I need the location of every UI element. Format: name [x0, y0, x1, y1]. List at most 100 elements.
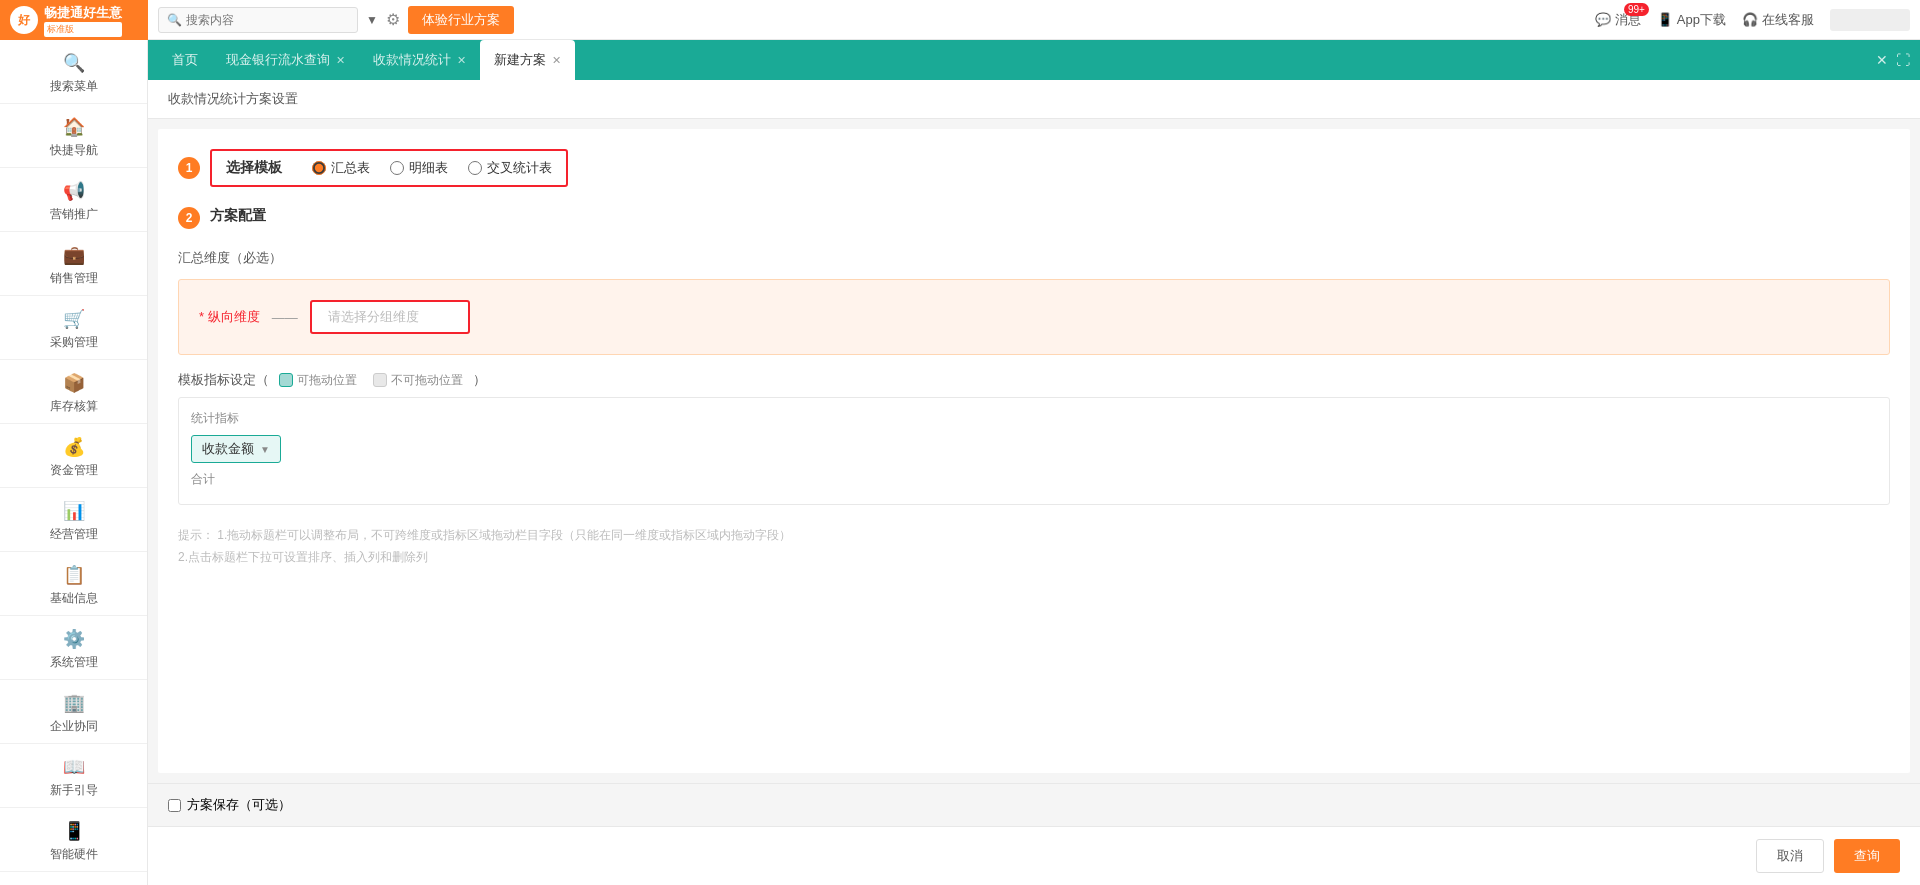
- header-dropdown-button[interactable]: ▼: [366, 13, 378, 27]
- sidebar-item-label: 基础信息: [50, 590, 98, 607]
- step1-label: 选择模板: [226, 159, 282, 177]
- tab-receipts-close[interactable]: ✕: [457, 54, 466, 67]
- logo-badge: 标准版: [44, 22, 122, 37]
- radio-summary-label: 汇总表: [331, 159, 370, 177]
- sidebar-item-system[interactable]: ⚙️ 系统管理: [0, 616, 147, 680]
- tab-cashflow[interactable]: 现金银行流水查询 ✕: [212, 40, 359, 80]
- step1-circle: 1: [178, 157, 200, 179]
- metric-settings-title: 模板指标设定（ 可拖动位置 不可拖动位置: [178, 371, 1890, 389]
- hint-line1: 提示： 1.拖动标题栏可以调整布局，不可跨维度或指标区域拖动栏目字段（只能在同一…: [178, 525, 1890, 547]
- sidebar-item-purchase[interactable]: 🛒 采购管理: [0, 296, 147, 360]
- cancel-button[interactable]: 取消: [1756, 839, 1824, 873]
- tab-bar-right: ✕ ⛶: [1876, 52, 1910, 68]
- radio-cross[interactable]: 交叉统计表: [468, 159, 552, 177]
- message-item[interactable]: 💬 消息 99+: [1595, 11, 1641, 29]
- step2-row: 2 方案配置: [178, 207, 1890, 229]
- header-right: 💬 消息 99+ 📱 App下载 🎧 在线客服: [1595, 9, 1910, 31]
- sidebar-item-marketing[interactable]: 📢 营销推广: [0, 168, 147, 232]
- template-select-box: 选择模板 汇总表 明细表: [210, 149, 568, 187]
- sidebar-item-inventory[interactable]: 📦 库存核算: [0, 360, 147, 424]
- message-icon: 💬: [1595, 12, 1611, 27]
- sidebar-item-enterprise[interactable]: 🏢 企业协同: [0, 680, 147, 744]
- radio-summary-input[interactable]: [312, 161, 326, 175]
- dimension-row: * 纵向维度 —— 请选择分组维度: [199, 300, 1869, 334]
- sidebar-item-wechat[interactable]: 💬 企业微信: [0, 872, 147, 885]
- legend-nondraggable-dot: [373, 373, 387, 387]
- gear-button[interactable]: ⚙: [386, 10, 400, 29]
- query-button[interactable]: 查询: [1834, 839, 1900, 873]
- home-icon: 🏠: [63, 116, 85, 138]
- metric-card-area: 统计指标 收款金额 ▼ 合计: [178, 397, 1890, 505]
- sidebar-item-hardware[interactable]: 📱 智能硬件: [0, 808, 147, 872]
- tab-new-plan-label: 新建方案: [494, 51, 546, 69]
- system-icon: ⚙️: [63, 628, 85, 650]
- sales-icon: 💼: [63, 244, 85, 266]
- legend-nondraggable-label: 不可拖动位置: [391, 372, 463, 389]
- step2-label: 方案配置: [210, 207, 266, 225]
- tab-home[interactable]: 首页: [158, 40, 212, 80]
- save-checkbox[interactable]: [168, 799, 181, 812]
- dim-select-box[interactable]: 请选择分组维度: [310, 300, 470, 334]
- sidebar-item-quicknav[interactable]: 🏠 快捷导航: [0, 104, 147, 168]
- app-download-icon: 📱: [1657, 12, 1673, 27]
- metric-settings: 模板指标设定（ 可拖动位置 不可拖动位置: [178, 371, 1890, 505]
- stat-indicator-label: 统计指标: [191, 410, 1877, 427]
- chevron-down-icon: ▼: [260, 444, 270, 455]
- header-search-box[interactable]: 🔍: [158, 7, 358, 33]
- online-service-item[interactable]: 🎧 在线客服: [1742, 11, 1814, 29]
- legend-draggable: 可拖动位置: [279, 372, 357, 389]
- radio-group-template: 汇总表 明细表 交叉统计表: [312, 159, 552, 177]
- online-service-icon: 🎧: [1742, 12, 1758, 27]
- sidebar-item-label: 销售管理: [50, 270, 98, 287]
- step2-circle: 2: [178, 207, 200, 229]
- form-section: 1 选择模板 汇总表 明细表: [158, 129, 1910, 773]
- logo-text: 畅捷通好生意: [44, 4, 122, 22]
- sidebar-item-sales[interactable]: 💼 销售管理: [0, 232, 147, 296]
- dim-arrow: ——: [272, 310, 298, 325]
- tab-new-plan[interactable]: 新建方案 ✕: [480, 40, 575, 80]
- radio-cross-input[interactable]: [468, 161, 482, 175]
- sidebar-item-operations[interactable]: 📊 经营管理: [0, 488, 147, 552]
- radio-detail-label: 明细表: [409, 159, 448, 177]
- operations-icon: 📊: [63, 500, 85, 522]
- metric-tag-receipts[interactable]: 收款金额 ▼: [191, 435, 281, 463]
- sidebar-item-label: 经营管理: [50, 526, 98, 543]
- online-service-label: 在线客服: [1762, 11, 1814, 29]
- hint-area: 提示： 1.拖动标题栏可以调整布局，不可跨维度或指标区域拖动栏目字段（只能在同一…: [178, 525, 1890, 568]
- tab-expand-icon[interactable]: ⛶: [1896, 52, 1910, 68]
- basic-icon: 📋: [63, 564, 85, 586]
- user-avatar[interactable]: [1830, 9, 1910, 31]
- tab-cashflow-close[interactable]: ✕: [336, 54, 345, 67]
- hardware-icon: 📱: [63, 820, 85, 842]
- radio-detail[interactable]: 明细表: [390, 159, 448, 177]
- tab-receipts[interactable]: 收款情况统计 ✕: [359, 40, 480, 80]
- sidebar-item-label: 资金管理: [50, 462, 98, 479]
- message-badge: 99+: [1624, 3, 1649, 16]
- sidebar-item-guide[interactable]: 📖 新手引导: [0, 744, 147, 808]
- sidebar-item-label: 智能硬件: [50, 846, 98, 863]
- config-section: 汇总维度（必选） * 纵向维度 —— 请选择分组维度 模板指标设定（: [178, 249, 1890, 568]
- tab-close-icon[interactable]: ✕: [1876, 52, 1888, 68]
- sidebar-item-search[interactable]: 🔍 搜索菜单: [0, 40, 147, 104]
- inventory-icon: 📦: [63, 372, 85, 394]
- radio-detail-input[interactable]: [390, 161, 404, 175]
- sidebar-item-basic[interactable]: 📋 基础信息: [0, 552, 147, 616]
- sidebar-item-finance[interactable]: 💰 资金管理: [0, 424, 147, 488]
- tab-receipts-label: 收款情况统计: [373, 51, 451, 69]
- marketing-icon: 📢: [63, 180, 85, 202]
- finance-icon: 💰: [63, 436, 85, 458]
- footer-save: 方案保存（可选）: [148, 783, 1920, 826]
- metric-title-text: 模板指标设定（: [178, 371, 269, 389]
- legend-draggable-dot: [279, 373, 293, 387]
- radio-summary[interactable]: 汇总表: [312, 159, 370, 177]
- legend-draggable-label: 可拖动位置: [297, 372, 357, 389]
- metric-legend: 可拖动位置 不可拖动位置: [279, 372, 463, 389]
- vertical-dim-label: * 纵向维度: [199, 308, 260, 326]
- search-input[interactable]: [186, 13, 326, 27]
- search-menu-icon: 🔍: [63, 52, 85, 74]
- tab-new-plan-close[interactable]: ✕: [552, 54, 561, 67]
- page-title-bar: 收款情况统计方案设置: [148, 80, 1920, 119]
- trial-button[interactable]: 体验行业方案: [408, 6, 514, 34]
- app-download-item[interactable]: 📱 App下载: [1657, 11, 1726, 29]
- guide-icon: 📖: [63, 756, 85, 778]
